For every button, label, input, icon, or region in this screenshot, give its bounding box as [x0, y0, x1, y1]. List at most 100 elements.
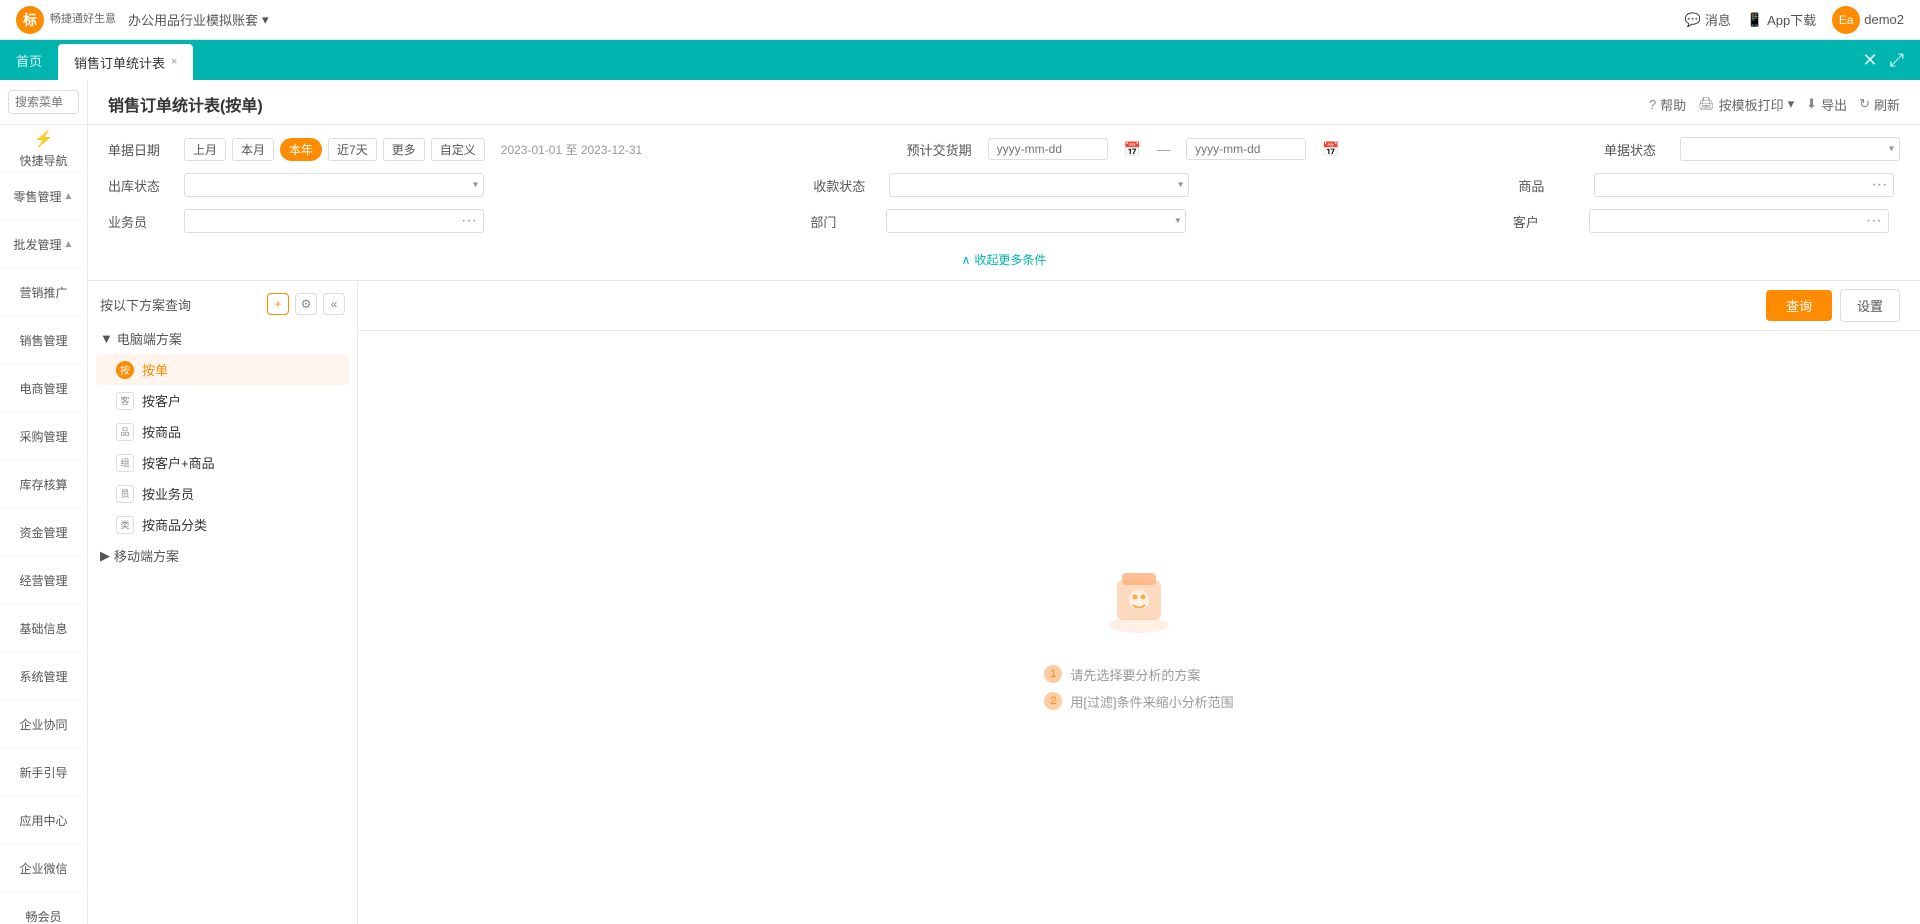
app-selector[interactable]: 办公用品行业模拟账套 ▾ [128, 10, 269, 29]
help-icon: ? [1649, 97, 1656, 112]
add-solution-button[interactable]: + [267, 293, 289, 315]
goods-more-icon[interactable]: ··· [1871, 176, 1887, 194]
date-btn-custom[interactable]: 自定义 [431, 138, 485, 161]
calendar-end-icon[interactable]: 📅 [1322, 141, 1339, 158]
tab-close-icon[interactable]: × [171, 56, 177, 68]
filter-row-3: 业务员 ··· 部门 客户 ··· [108, 209, 1900, 233]
pc-group-expand-icon: ▼ [100, 331, 113, 346]
sidebar-item-sales-mgmt[interactable]: 销售管理 [0, 317, 87, 365]
query-button[interactable]: 查询 [1766, 290, 1832, 321]
dept-select-wrap [886, 209, 1186, 233]
filter-row-1: 单据日期 上月 本月 本年 近7天 更多 自定义 2023-01-01 至 20… [108, 137, 1900, 161]
empty-hint-2: 2 用[过滤]条件来缩小分析范围 [1044, 692, 1233, 711]
message-button[interactable]: 💬 消息 [1685, 10, 1731, 29]
date-btn-more[interactable]: 更多 [383, 138, 425, 161]
date-btn-this-month[interactable]: 本月 [232, 138, 274, 161]
status-select[interactable] [1680, 137, 1900, 161]
sidebar-item-enterprise-wx[interactable]: 企业微信 [0, 845, 87, 893]
settings-button[interactable]: 设置 [1840, 289, 1900, 322]
sidebar: ⚡ 快捷导航 零售管理 ▲ 批发管理 ▲ 营销推广 销售管理 电商管理 采购管理… [0, 80, 88, 924]
payment-status-select[interactable] [889, 173, 1189, 197]
sales-person-label: 业务员 [108, 212, 168, 231]
sidebar-item-ecommerce[interactable]: 电商管理 [0, 365, 87, 413]
main-layout: ⚡ 快捷导航 零售管理 ▲ 批发管理 ▲ 营销推广 销售管理 电商管理 采购管理… [0, 80, 1920, 924]
solution-group-mobile-header[interactable]: ▶ 移动端方案 [96, 540, 349, 571]
date-btn-7days[interactable]: 近7天 [328, 138, 377, 161]
date-separator: — [1157, 142, 1170, 157]
delivery-date-end[interactable] [1186, 138, 1306, 160]
sidebar-item-operations[interactable]: 经营管理 [0, 557, 87, 605]
solution-item-by-goods[interactable]: 品 按商品 [96, 416, 349, 447]
empty-state: 1 请先选择要分析的方案 2 用[过滤]条件来缩小分析范围 [358, 331, 1920, 924]
print-chevron-icon: ▾ [1788, 96, 1795, 112]
sidebar-item-enterprise[interactable]: 企业协同 [0, 701, 87, 749]
solution-item-by-order[interactable]: 按 按单 [96, 354, 349, 385]
solution-item-by-customer-goods[interactable]: 组 按客户+商品 [96, 447, 349, 478]
solution-item-by-customer[interactable]: 客 按客户 [96, 385, 349, 416]
order-icon: 按 [116, 361, 134, 379]
date-btn-last-month[interactable]: 上月 [184, 138, 226, 161]
dept-select[interactable] [886, 209, 1186, 233]
solution-item-by-goods-category[interactable]: 类 按商品分类 [96, 509, 349, 540]
tab-home[interactable]: 首页 [0, 40, 58, 80]
solution-settings-button[interactable]: ⚙ [295, 293, 317, 315]
refresh-button[interactable]: ↻ 刷新 [1859, 95, 1900, 114]
print-button[interactable]: 🖨 按模板打印 ▾ [1698, 95, 1794, 114]
solution-collapse-button[interactable]: « [323, 293, 345, 315]
nav-tabs: 首页 销售订单统计表 × ✕ ⤢ [0, 40, 1920, 80]
out-status-select-wrap [184, 173, 484, 197]
export-button[interactable]: ⬇ 导出 [1806, 95, 1847, 114]
top-bar-right: 💬 消息 📱 App下载 Ea demo2 [1685, 6, 1904, 34]
date-label: 单据日期 [108, 140, 168, 159]
sidebar-item-app-center[interactable]: 应用中心 [0, 797, 87, 845]
customer-more-icon[interactable]: ··· [1866, 212, 1882, 230]
sidebar-item-marketing[interactable]: 营销推广 [0, 269, 87, 317]
person-icon: 员 [116, 485, 134, 503]
sidebar-item-inventory[interactable]: 库存核算 [0, 461, 87, 509]
sidebar-item-wholesale-mgmt[interactable]: 批发管理 ▲ [0, 221, 87, 269]
help-button[interactable]: ? 帮助 [1649, 95, 1686, 114]
delivery-date-start[interactable] [988, 138, 1108, 160]
maximize-icon[interactable]: ⤢ [1890, 50, 1904, 71]
sidebar-item-finance[interactable]: 资金管理 [0, 509, 87, 557]
export-icon: ⬇ [1806, 96, 1817, 112]
sidebar-item-quick-nav[interactable]: ⚡ 快捷导航 [0, 125, 87, 173]
app-download-icon: 📱 [1747, 12, 1763, 28]
sidebar-item-system[interactable]: 系统管理 [0, 653, 87, 701]
collapse-icon: ∧ [962, 253, 971, 267]
solution-group-pc-header[interactable]: ▼ 电脑端方案 [96, 323, 349, 354]
date-btn-this-year[interactable]: 本年 [280, 138, 322, 161]
sales-person-more-icon[interactable]: ··· [461, 212, 477, 230]
sidebar-item-retail-mgmt[interactable]: 零售管理 ▲ [0, 173, 87, 221]
print-icon: 🖨 [1698, 96, 1715, 112]
sidebar-item-purchase[interactable]: 采购管理 [0, 413, 87, 461]
close-all-tabs-icon[interactable]: ✕ [1863, 50, 1878, 71]
out-status-select[interactable] [184, 173, 484, 197]
sidebar-item-onboarding[interactable]: 新手引导 [0, 749, 87, 797]
page-title: 销售订单统计表(按单) [108, 92, 263, 116]
query-layout: 按以下方案查询 + ⚙ « ▼ [88, 281, 1920, 924]
solution-panel: 按以下方案查询 + ⚙ « ▼ [88, 281, 358, 924]
collapse-button[interactable]: ∧ 收起更多条件 [108, 245, 1900, 268]
refresh-icon: ↻ [1859, 96, 1870, 112]
page-header: 销售订单统计表(按单) ? 帮助 🖨 按模板打印 ▾ ⬇ 导出 ↻ 刷新 [88, 80, 1920, 125]
hint-num-2: 2 [1044, 692, 1062, 710]
solution-item-by-sales-person[interactable]: 员 按业务员 [96, 478, 349, 509]
goods-icon: 品 [116, 423, 134, 441]
content-area: 销售订单统计表(按单) ? 帮助 🖨 按模板打印 ▾ ⬇ 导出 ↻ 刷新 [88, 80, 1920, 924]
app-selector-chevron: ▾ [262, 12, 269, 28]
search-input[interactable] [8, 90, 79, 114]
customer-icon: 客 [116, 392, 134, 410]
tab-sales-order-stats[interactable]: 销售订单统计表 × [58, 44, 193, 80]
sidebar-item-basic-info[interactable]: 基础信息 [0, 605, 87, 653]
app-download-button[interactable]: 📱 App下载 [1747, 10, 1816, 29]
solution-panel-header: 按以下方案查询 + ⚙ « [88, 293, 357, 323]
combo-icon: 组 [116, 454, 134, 472]
empty-illustration [1089, 545, 1189, 645]
mobile-group-expand-icon: ▶ [100, 548, 110, 564]
payment-status-select-wrap [889, 173, 1189, 197]
calendar-start-icon[interactable]: 📅 [1124, 141, 1141, 158]
solution-header-icons: + ⚙ « [267, 293, 345, 315]
user-menu-button[interactable]: Ea demo2 [1832, 6, 1904, 34]
sidebar-item-members[interactable]: 畅会员 [0, 893, 87, 924]
